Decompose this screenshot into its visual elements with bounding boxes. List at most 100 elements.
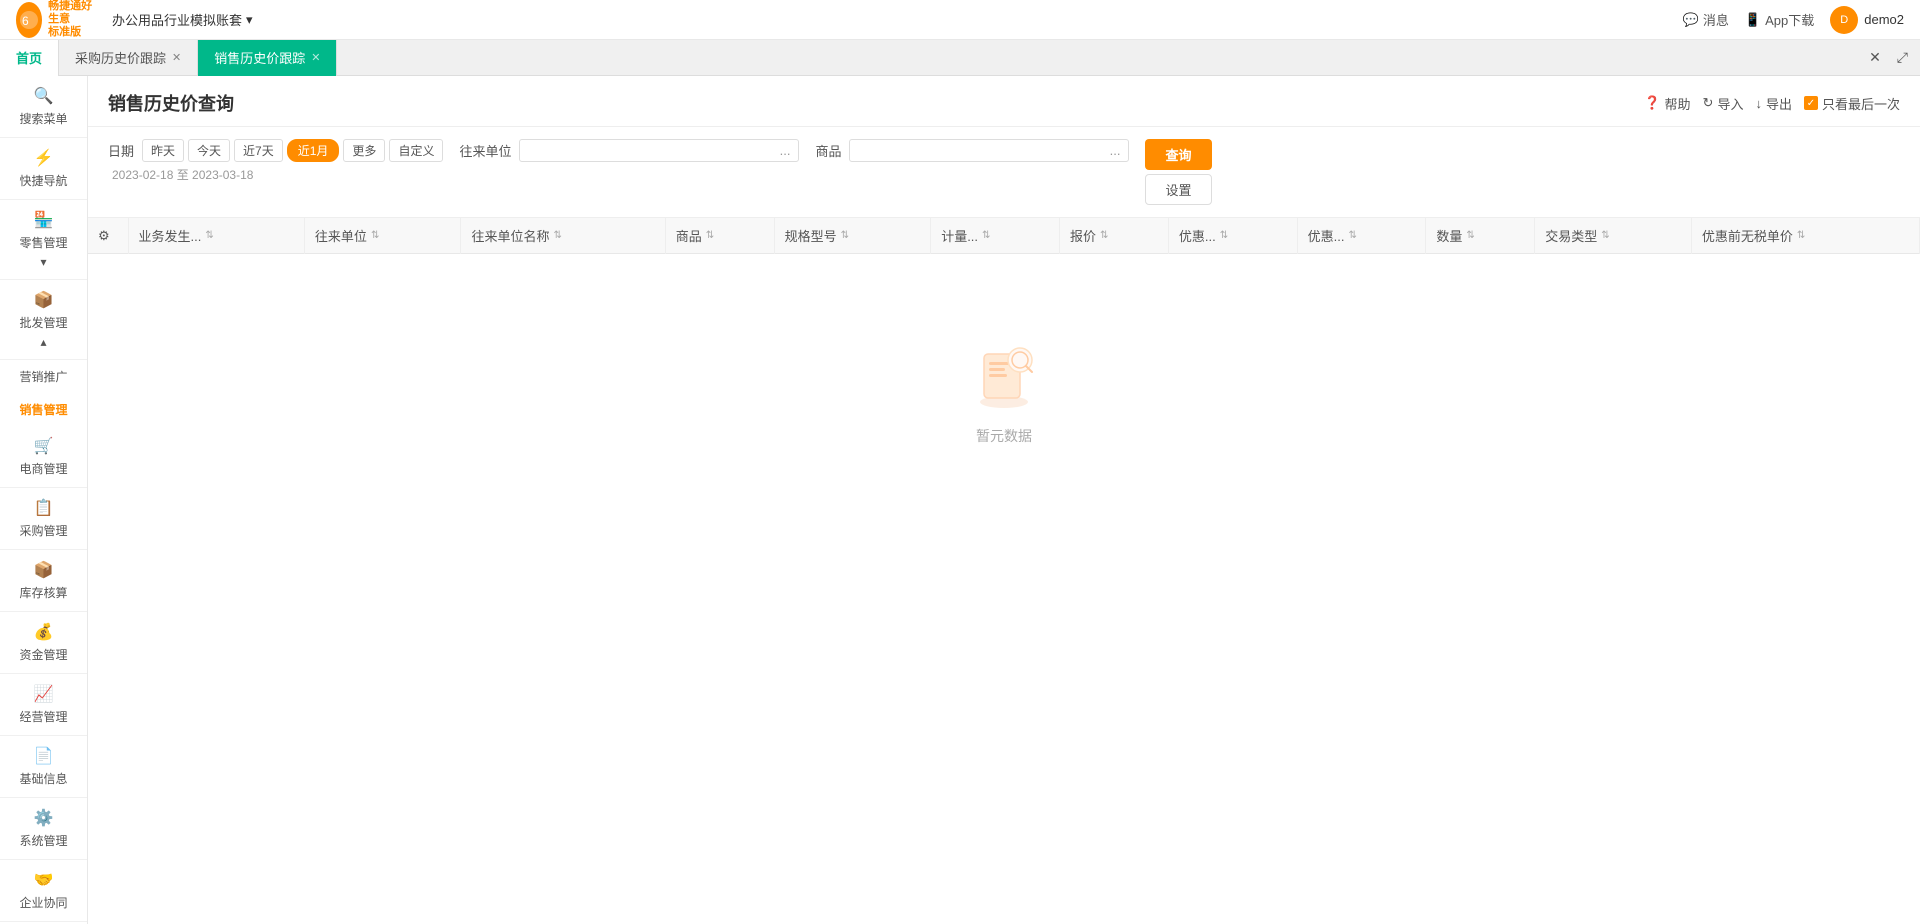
import-label: 导入 xyxy=(1717,94,1743,113)
export-btn[interactable]: ↓ 导出 xyxy=(1755,94,1792,113)
sidebar-sub-item-sales[interactable]: 销售管理 xyxy=(0,393,87,426)
sidebar: 🔍 搜索菜单 ⚡ 快捷导航 🏪 零售管理 ▾ 📦 批发管理 ▴ 营销推广 销售管… xyxy=(0,76,88,924)
user-name: demo2 xyxy=(1864,12,1904,27)
table-settings-icon[interactable]: ⚙ xyxy=(98,228,110,243)
sidebar-label-operations: 经营管理 xyxy=(19,708,67,725)
table-header-row: ⚙ 业务发生...⇅ 往来单位⇅ 往来单位名称⇅ 商品⇅ xyxy=(88,218,1920,254)
sidebar-label-wholesale: 批发管理 xyxy=(19,314,67,331)
sidebar-item-retail[interactable]: 🏪 零售管理 ▾ xyxy=(0,200,87,280)
date-btn-1month[interactable]: 近1月 xyxy=(287,139,340,162)
sidebar-item-purchase[interactable]: 📋 采购管理 xyxy=(0,488,87,550)
content-area: 销售历史价查询 ❓ 帮助 ↻ 导入 ↓ 导出 只看最后一次 xyxy=(88,76,1920,924)
only-last-label: 只看最后一次 xyxy=(1822,94,1900,113)
tab-bar: 首页 采购历史价跟踪 ✕ 销售历史价跟踪 ✕ ✕ ⤢ xyxy=(0,40,1920,76)
partner-input[interactable]: ... xyxy=(519,139,799,162)
message-btn[interactable]: 💬 消息 xyxy=(1683,10,1729,29)
th-trade-type[interactable]: 交易类型⇅ xyxy=(1535,218,1692,254)
page-header-actions: ❓ 帮助 ↻ 导入 ↓ 导出 只看最后一次 xyxy=(1644,94,1900,113)
enterprise-icon: 🤝 xyxy=(34,870,54,890)
sidebar-item-enterprise[interactable]: 🤝 企业协同 xyxy=(0,860,87,922)
sidebar-item-ecommerce[interactable]: 🛒 电商管理 xyxy=(0,426,87,488)
finance-icon: 💰 xyxy=(34,622,54,642)
sort-icon-spec: ⇅ xyxy=(841,230,849,241)
only-last-checkbox-label[interactable]: 只看最后一次 xyxy=(1804,94,1900,113)
date-btn-7days[interactable]: 近7天 xyxy=(234,139,283,162)
close-all-tabs-icon[interactable]: ✕ xyxy=(1865,45,1885,70)
th-product[interactable]: 商品⇅ xyxy=(665,218,774,254)
filter-row: 日期 昨天 今天 近7天 近1月 更多 自定义 2023-02-18 至 202… xyxy=(108,139,1212,205)
message-icon: 💬 xyxy=(1683,12,1699,28)
help-btn[interactable]: ❓ 帮助 xyxy=(1644,94,1690,113)
import-icon: ↻ xyxy=(1703,95,1714,111)
sidebar-label-marketing: 营销推广 xyxy=(19,368,67,385)
purchase-icon: 📋 xyxy=(34,498,54,518)
system-icon: ⚙️ xyxy=(34,808,54,828)
sidebar-item-operations[interactable]: 📈 经营管理 xyxy=(0,674,87,736)
th-price[interactable]: 报价⇅ xyxy=(1059,218,1168,254)
th-quantity[interactable]: 数量⇅ xyxy=(1426,218,1535,254)
tab-purchase[interactable]: 采购历史价跟踪 ✕ xyxy=(59,40,198,76)
sidebar-label-retail: 零售管理 xyxy=(19,234,67,251)
query-btn[interactable]: 查询 xyxy=(1145,139,1211,170)
close-sales-tab-icon[interactable]: ✕ xyxy=(311,51,320,64)
app-name: 办公用品行业模拟账套 xyxy=(112,10,242,29)
sort-icon-product: ⇅ xyxy=(706,230,714,241)
tab-sales[interactable]: 销售历史价跟踪 ✕ xyxy=(198,40,337,76)
basic-info-icon: 📄 xyxy=(34,746,54,766)
product-filter-label: 商品 xyxy=(815,141,841,160)
th-settings[interactable]: ⚙ xyxy=(88,218,128,254)
th-discount-rate[interactable]: 优惠...⇅ xyxy=(1168,218,1297,254)
sidebar-label-shortcut: 快捷导航 xyxy=(19,172,67,189)
home-tab-label: 首页 xyxy=(16,48,42,67)
sort-icon-partner-name: ⇅ xyxy=(554,230,562,241)
app-download-btn[interactable]: 📱 App下载 xyxy=(1745,10,1814,29)
date-btn-today[interactable]: 今天 xyxy=(188,139,230,162)
sidebar-item-shortcut[interactable]: ⚡ 快捷导航 xyxy=(0,138,87,200)
th-partner-code[interactable]: 往来单位⇅ xyxy=(304,218,461,254)
tab-home[interactable]: 首页 xyxy=(0,40,59,76)
th-discount-amt[interactable]: 优惠...⇅ xyxy=(1297,218,1426,254)
sidebar-item-search[interactable]: 🔍 搜索菜单 xyxy=(0,76,87,138)
sidebar-item-finance[interactable]: 💰 资金管理 xyxy=(0,612,87,674)
filter-btn-area: 查询 设置 xyxy=(1145,139,1211,205)
th-spec[interactable]: 规格型号⇅ xyxy=(774,218,931,254)
date-btn-more[interactable]: 更多 xyxy=(343,139,385,162)
expand-icon[interactable]: ⤢ xyxy=(1893,45,1912,70)
sidebar-label-ecommerce: 电商管理 xyxy=(19,460,67,477)
th-unit[interactable]: 计量...⇅ xyxy=(931,218,1060,254)
purchase-tab-label: 采购历史价跟踪 xyxy=(75,48,166,67)
export-label: 导出 xyxy=(1766,94,1792,113)
top-bar-left: 6 畅捷通好生意 标准版 办公用品行业模拟账套 ▾ xyxy=(16,0,261,39)
sidebar-label-system: 系统管理 xyxy=(19,832,67,849)
sidebar-item-basic-info[interactable]: 📄 基础信息 xyxy=(0,736,87,798)
product-input[interactable]: ... xyxy=(849,139,1129,162)
user-area[interactable]: D demo2 xyxy=(1830,6,1904,34)
import-btn[interactable]: ↻ 导入 xyxy=(1703,94,1744,113)
top-bar: 6 畅捷通好生意 标准版 办公用品行业模拟账套 ▾ 💬 消息 📱 App下载 D… xyxy=(0,0,1920,40)
sidebar-sub-item-marketing[interactable]: 营销推广 xyxy=(0,360,87,393)
empty-text: 暂元数据 xyxy=(976,426,1032,446)
sidebar-label-search: 搜索菜单 xyxy=(19,110,67,127)
filter-bar: 日期 昨天 今天 近7天 近1月 更多 自定义 2023-02-18 至 202… xyxy=(88,127,1920,218)
date-btn-custom[interactable]: 自定义 xyxy=(389,139,443,162)
empty-state: 暂元数据 xyxy=(88,254,1920,526)
settings-btn[interactable]: 设置 xyxy=(1145,174,1211,205)
help-icon: ❓ xyxy=(1644,95,1660,111)
app-selector[interactable]: 办公用品行业模拟账套 ▾ xyxy=(104,6,261,33)
chevron-down-icon: ▾ xyxy=(246,12,253,28)
sidebar-item-wholesale[interactable]: 📦 批发管理 ▴ xyxy=(0,280,87,360)
logo-area: 6 畅捷通好生意 标准版 xyxy=(16,0,96,39)
th-pretax-price[interactable]: 优惠前无税单价⇅ xyxy=(1691,218,1919,254)
partner-input-dots: ... xyxy=(780,143,791,158)
only-last-checkbox[interactable] xyxy=(1804,96,1818,110)
sort-icon-price: ⇅ xyxy=(1100,230,1108,241)
date-btn-yesterday[interactable]: 昨天 xyxy=(142,139,184,162)
sidebar-item-system[interactable]: ⚙️ 系统管理 xyxy=(0,798,87,860)
close-purchase-tab-icon[interactable]: ✕ xyxy=(172,51,181,64)
partner-filter-col: 往来单位 ... xyxy=(459,139,799,162)
sidebar-label-sales: 销售管理 xyxy=(19,401,67,418)
th-biz-date[interactable]: 业务发生...⇅ xyxy=(128,218,304,254)
sidebar-item-inventory[interactable]: 📦 库存核算 xyxy=(0,550,87,612)
th-partner-name[interactable]: 往来单位名称⇅ xyxy=(461,218,665,254)
sidebar-label-basic-info: 基础信息 xyxy=(19,770,67,787)
